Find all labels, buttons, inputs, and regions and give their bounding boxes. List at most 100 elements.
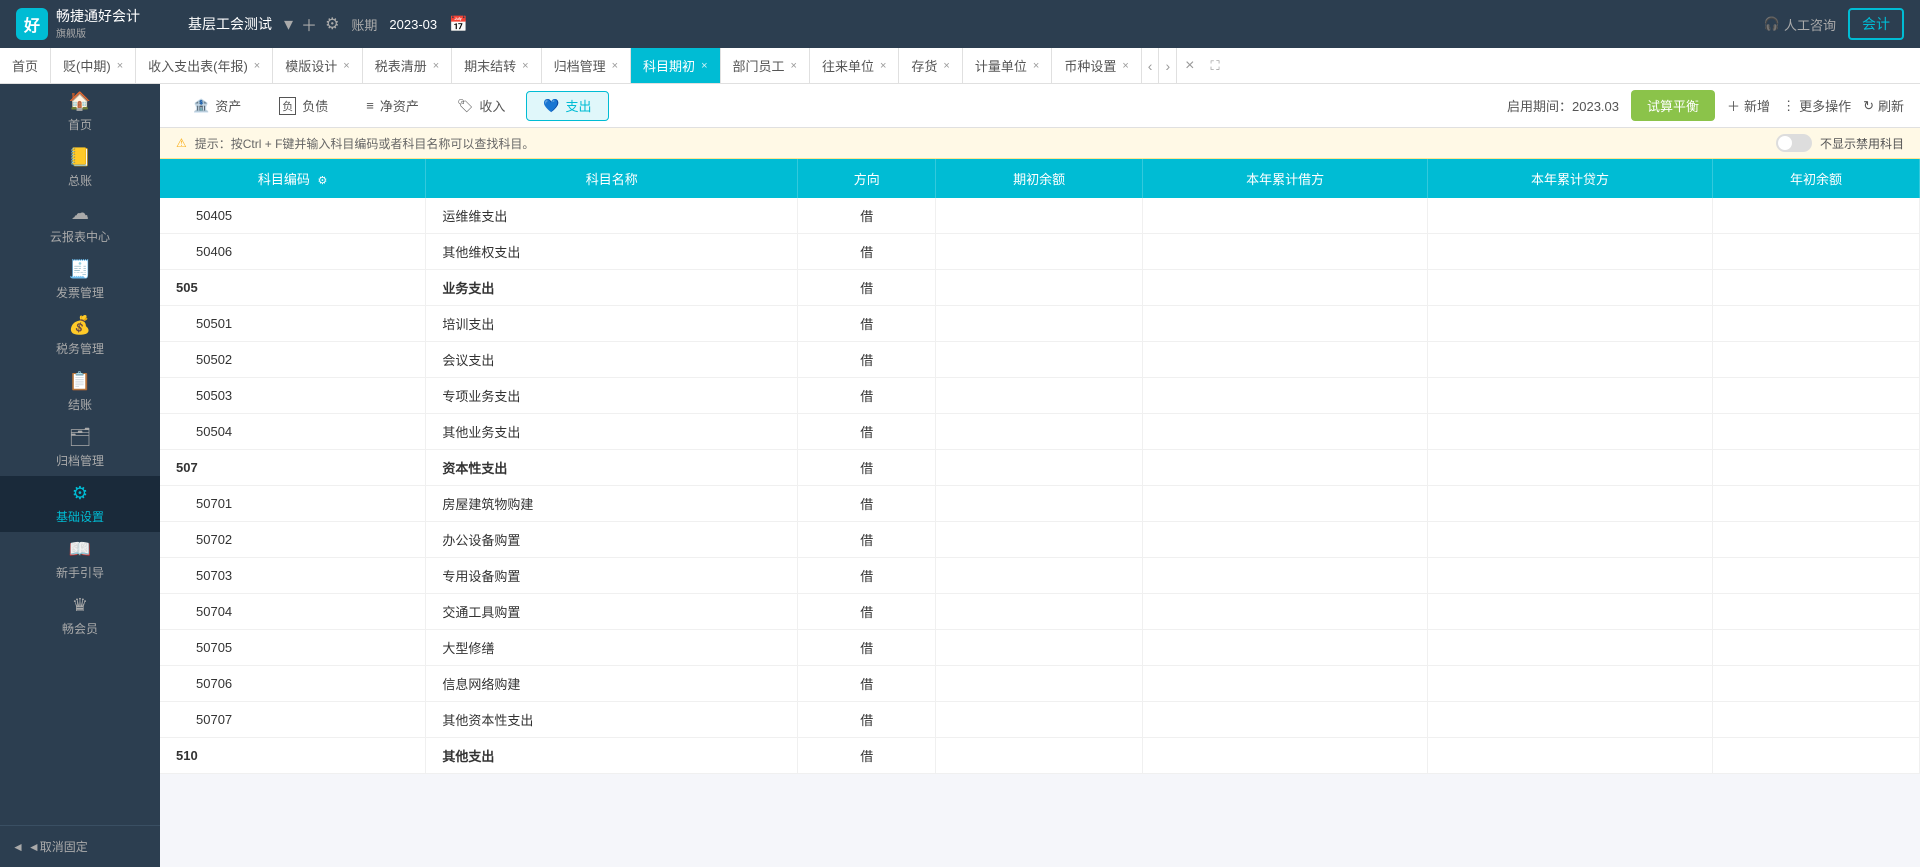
tab-template[interactable]: 模版设计 × — [273, 48, 362, 84]
sub-tab-label: 资产 — [215, 96, 241, 115]
cell-code: 510 — [160, 738, 426, 774]
sidebar-footer[interactable]: ◄ ◄取消固定 — [0, 825, 160, 867]
table-row[interactable]: 50707 其他资本性支出 借 — [160, 702, 1920, 738]
table-row[interactable]: 50405 运维维支出 借 — [160, 198, 1920, 234]
asset-icon: 🏦 — [193, 98, 209, 114]
cell-code: 50703 — [160, 558, 426, 594]
tab-close-icon[interactable]: × — [612, 60, 618, 72]
sidebar-item-home[interactable]: 🏠 首页 — [0, 84, 160, 140]
tab-close-icon[interactable]: × — [343, 60, 349, 72]
sidebar-item-label: 归档管理 — [56, 452, 104, 469]
cell-year-open — [1713, 666, 1920, 702]
table-row[interactable]: 50703 专用设备购置 借 — [160, 558, 1920, 594]
refresh-icon: ↻ — [1863, 98, 1874, 114]
tab-subject-init[interactable]: 科目期初 × — [631, 48, 720, 84]
tab-close-all-button[interactable]: × — [1177, 48, 1202, 84]
sidebar-item-member[interactable]: ♛ 畅会员 — [0, 588, 160, 644]
sidebar-item-ledger[interactable]: 📒 总账 — [0, 140, 160, 196]
table-row[interactable]: 507 资本性支出 借 — [160, 450, 1920, 486]
tab-close-icon[interactable]: × — [117, 60, 123, 72]
col-year-opening: 年初余额 — [1713, 159, 1920, 198]
tab-archive[interactable]: 归档管理 × — [542, 48, 631, 84]
cell-ytd-debit — [1143, 234, 1428, 270]
table-row[interactable]: 50701 房屋建筑物购建 借 — [160, 486, 1920, 522]
sub-tab-bar: 🏦 资产 负 负债 ≡ 净资产 🏷 收入 💙 支出 启用期间：2023.03 — [160, 84, 1920, 128]
cell-name: 会议支出 — [426, 342, 798, 378]
tab-annual[interactable]: 收入支出表(年报) × — [136, 48, 273, 84]
tab-tax[interactable]: 税表清册 × — [363, 48, 452, 84]
sidebar-item-settle[interactable]: 📋 结账 — [0, 364, 160, 420]
table-row[interactable]: 50706 信息网络购建 借 — [160, 666, 1920, 702]
sub-tab-income[interactable]: 🏷 收入 — [440, 91, 523, 121]
tab-dept[interactable]: 部门员工 × — [721, 48, 810, 84]
tab-next-button[interactable]: › — [1159, 48, 1177, 84]
tab-mid[interactable]: 贬(中期) × — [51, 48, 136, 84]
cell-name: 培训支出 — [426, 306, 798, 342]
period-info: 启用期间：2023.03 — [1507, 96, 1619, 115]
sidebar-item-label: 云报表中心 — [50, 228, 110, 245]
table-row[interactable]: 50406 其他维权支出 借 — [160, 234, 1920, 270]
sidebar-item-settings[interactable]: ⚙ 基础设置 — [0, 476, 160, 532]
table-row[interactable]: 50503 专项业务支出 借 — [160, 378, 1920, 414]
sidebar-item-tax[interactable]: 💰 税务管理 — [0, 308, 160, 364]
tab-currency[interactable]: 币种设置 × — [1052, 48, 1141, 84]
table-row[interactable]: 50704 交通工具购置 借 — [160, 594, 1920, 630]
cell-name: 其他业务支出 — [426, 414, 798, 450]
balance-button[interactable]: 试算平衡 — [1631, 90, 1715, 121]
cell-year-open — [1713, 234, 1920, 270]
tab-close-icon[interactable]: × — [943, 60, 949, 72]
sub-tab-asset[interactable]: 🏦 资产 — [176, 91, 258, 121]
table-row[interactable]: 50501 培训支出 借 — [160, 306, 1920, 342]
cell-direction: 借 — [798, 414, 936, 450]
add-icon[interactable]: ＋ — [301, 12, 317, 36]
sidebar-item-archive[interactable]: 🗂 归档管理 — [0, 420, 160, 476]
table-row[interactable]: 50705 大型修缮 借 — [160, 630, 1920, 666]
tab-expand-button[interactable]: ⛶ — [1202, 48, 1227, 84]
tab-unit[interactable]: 计量单位 × — [963, 48, 1052, 84]
tab-period-end[interactable]: 期末结转 × — [452, 48, 541, 84]
table-row[interactable]: 50702 办公设备购置 借 — [160, 522, 1920, 558]
tab-close-icon[interactable]: × — [522, 60, 528, 72]
table-row[interactable]: 510 其他支出 借 — [160, 738, 1920, 774]
add-button[interactable]: ＋ 新增 — [1727, 96, 1770, 115]
table-wrapper[interactable]: 科目编码 ⚙ 科目名称 方向 期初余额 本年累计借方 本年累计贷方 年初余额 5… — [160, 159, 1920, 867]
sub-tab-liability[interactable]: 负 负债 — [262, 91, 345, 121]
sidebar-item-invoice[interactable]: 🧾 发票管理 — [0, 252, 160, 308]
sub-tab-equity[interactable]: ≡ 净资产 — [349, 91, 436, 121]
tab-inventory[interactable]: 存货 × — [899, 48, 962, 84]
table-row[interactable]: 505 业务支出 借 — [160, 270, 1920, 306]
tab-close-icon[interactable]: × — [1033, 60, 1039, 72]
tab-contacts[interactable]: 往来单位 × — [810, 48, 899, 84]
calendar-icon[interactable]: 📅 — [449, 15, 468, 33]
sidebar-item-report[interactable]: ☁ 云报表中心 — [0, 196, 160, 252]
sub-tab-expense[interactable]: 💙 支出 — [526, 91, 608, 121]
refresh-button[interactable]: ↻ 刷新 — [1863, 96, 1904, 115]
disable-toggle[interactable] — [1776, 134, 1812, 152]
tab-close-icon[interactable]: × — [880, 60, 886, 72]
cell-ytd-credit — [1428, 558, 1713, 594]
tab-close-icon[interactable]: × — [433, 60, 439, 72]
cell-name: 其他维权支出 — [426, 234, 798, 270]
cell-direction: 借 — [798, 702, 936, 738]
account-button[interactable]: 会计 — [1848, 8, 1904, 40]
cell-ytd-credit — [1428, 486, 1713, 522]
cell-name: 大型修缮 — [426, 630, 798, 666]
dropdown-icon[interactable]: ▾ — [284, 14, 293, 35]
settings-icon[interactable]: ⚙ — [318, 175, 328, 187]
cell-opening — [936, 414, 1143, 450]
table-row[interactable]: 50502 会议支出 借 — [160, 342, 1920, 378]
settings-icon[interactable]: ⚙ — [325, 14, 339, 34]
cell-opening — [936, 522, 1143, 558]
more-button[interactable]: ⋮ 更多操作 — [1782, 96, 1851, 115]
tab-close-icon[interactable]: × — [254, 60, 260, 72]
tab-close-icon[interactable]: × — [701, 60, 707, 72]
help-button[interactable]: 🎧 人工咨询 — [1764, 15, 1836, 34]
col-code: 科目编码 ⚙ — [160, 159, 426, 198]
table-row[interactable]: 50504 其他业务支出 借 — [160, 414, 1920, 450]
tab-prev-button[interactable]: ‹ — [1142, 48, 1160, 84]
tab-close-icon[interactable]: × — [791, 60, 797, 72]
company-name[interactable]: 基层工会测试 — [188, 14, 272, 34]
tab-home[interactable]: 首页 — [0, 48, 51, 84]
sidebar-item-guide[interactable]: 📖 新手引导 — [0, 532, 160, 588]
tab-close-icon[interactable]: × — [1122, 60, 1128, 72]
